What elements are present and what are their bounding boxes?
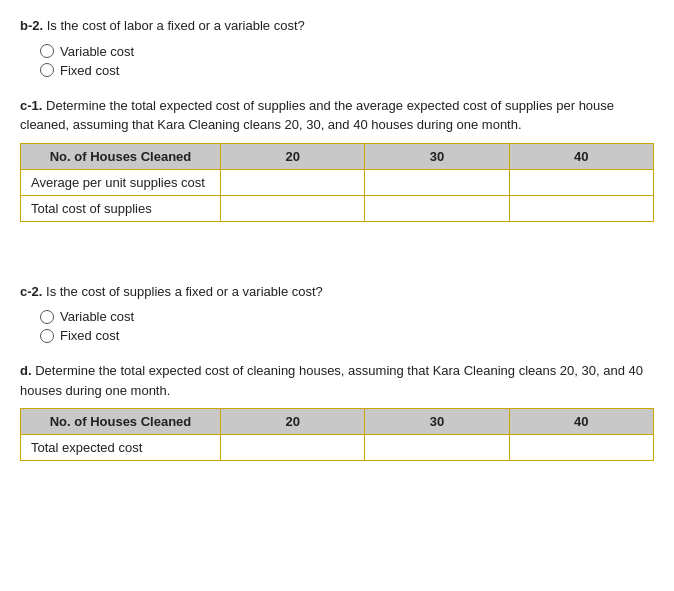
c1-row1-input20[interactable] [231,175,354,190]
c1-row2-input20[interactable] [231,201,354,216]
b2-fixed-radio[interactable] [40,63,54,77]
c1-row1-input30[interactable] [375,175,498,190]
c1-col-30: 30 [365,143,509,169]
d-col-20: 20 [221,409,365,435]
b2-question-text: Is the cost of labor a fixed or a variab… [47,18,305,33]
c2-variable-option[interactable]: Variable cost [40,309,654,324]
c2-fixed-option[interactable]: Fixed cost [40,328,654,343]
c1-col-40: 40 [509,143,653,169]
c2-variable-radio[interactable] [40,310,54,324]
table-row: Total expected cost [21,435,654,461]
d-col-30: 30 [365,409,509,435]
c1-row1-input40[interactable] [520,175,643,190]
d-table: No. of Houses Cleaned 20 30 40 Total exp… [20,408,654,461]
c1-row2-input30[interactable] [375,201,498,216]
d-question: d. Determine the total expected cost of … [20,361,654,400]
c1-table: No. of Houses Cleaned 20 30 40 Average p… [20,143,654,222]
c1-row1-val20[interactable] [221,169,365,195]
c1-row1-val30[interactable] [365,169,509,195]
c1-question-text: Determine the total expected cost of sup… [20,98,614,133]
c1-section: c-1. Determine the total expected cost o… [20,96,654,222]
d-question-text: Determine the total expected cost of cle… [20,363,643,398]
b2-radio-group: Variable cost Fixed cost [40,44,654,78]
c1-question: c-1. Determine the total expected cost o… [20,96,654,135]
d-row1-input30[interactable] [375,440,498,455]
c1-row1-label: Average per unit supplies cost [21,169,221,195]
b2-variable-label: Variable cost [60,44,134,59]
b2-variable-option[interactable]: Variable cost [40,44,654,59]
b2-fixed-option[interactable]: Fixed cost [40,63,654,78]
d-row1-label: Total expected cost [21,435,221,461]
d-section: d. Determine the total expected cost of … [20,361,654,461]
d-row1-val20[interactable] [221,435,365,461]
c2-variable-label: Variable cost [60,309,134,324]
b2-section: b-2. Is the cost of labor a fixed or a v… [20,16,654,78]
c2-fixed-label: Fixed cost [60,328,119,343]
c2-radio-group: Variable cost Fixed cost [40,309,654,343]
c1-row2-input40[interactable] [520,201,643,216]
b2-question: b-2. Is the cost of labor a fixed or a v… [20,16,654,36]
d-col-header: No. of Houses Cleaned [21,409,221,435]
c1-row2-val20[interactable] [221,195,365,221]
c2-label: c-2. [20,284,42,299]
c1-row2-val40[interactable] [509,195,653,221]
d-row1-val30[interactable] [365,435,509,461]
c2-question: c-2. Is the cost of supplies a fixed or … [20,282,654,302]
c2-question-text: Is the cost of supplies a fixed or a var… [46,284,323,299]
d-row1-val40[interactable] [509,435,653,461]
c1-col-20: 20 [221,143,365,169]
d-col-40: 40 [509,409,653,435]
b2-variable-radio[interactable] [40,44,54,58]
c1-col-header: No. of Houses Cleaned [21,143,221,169]
c1-row1-val40[interactable] [509,169,653,195]
c2-section: c-2. Is the cost of supplies a fixed or … [20,282,654,344]
c1-row2-label: Total cost of supplies [21,195,221,221]
table-row: Total cost of supplies [21,195,654,221]
d-row1-input40[interactable] [520,440,643,455]
c1-row2-val30[interactable] [365,195,509,221]
d-row1-input20[interactable] [231,440,354,455]
c2-fixed-radio[interactable] [40,329,54,343]
b2-label: b-2. [20,18,43,33]
c1-label: c-1. [20,98,42,113]
b2-fixed-label: Fixed cost [60,63,119,78]
table-row: Average per unit supplies cost [21,169,654,195]
d-label: d. [20,363,32,378]
